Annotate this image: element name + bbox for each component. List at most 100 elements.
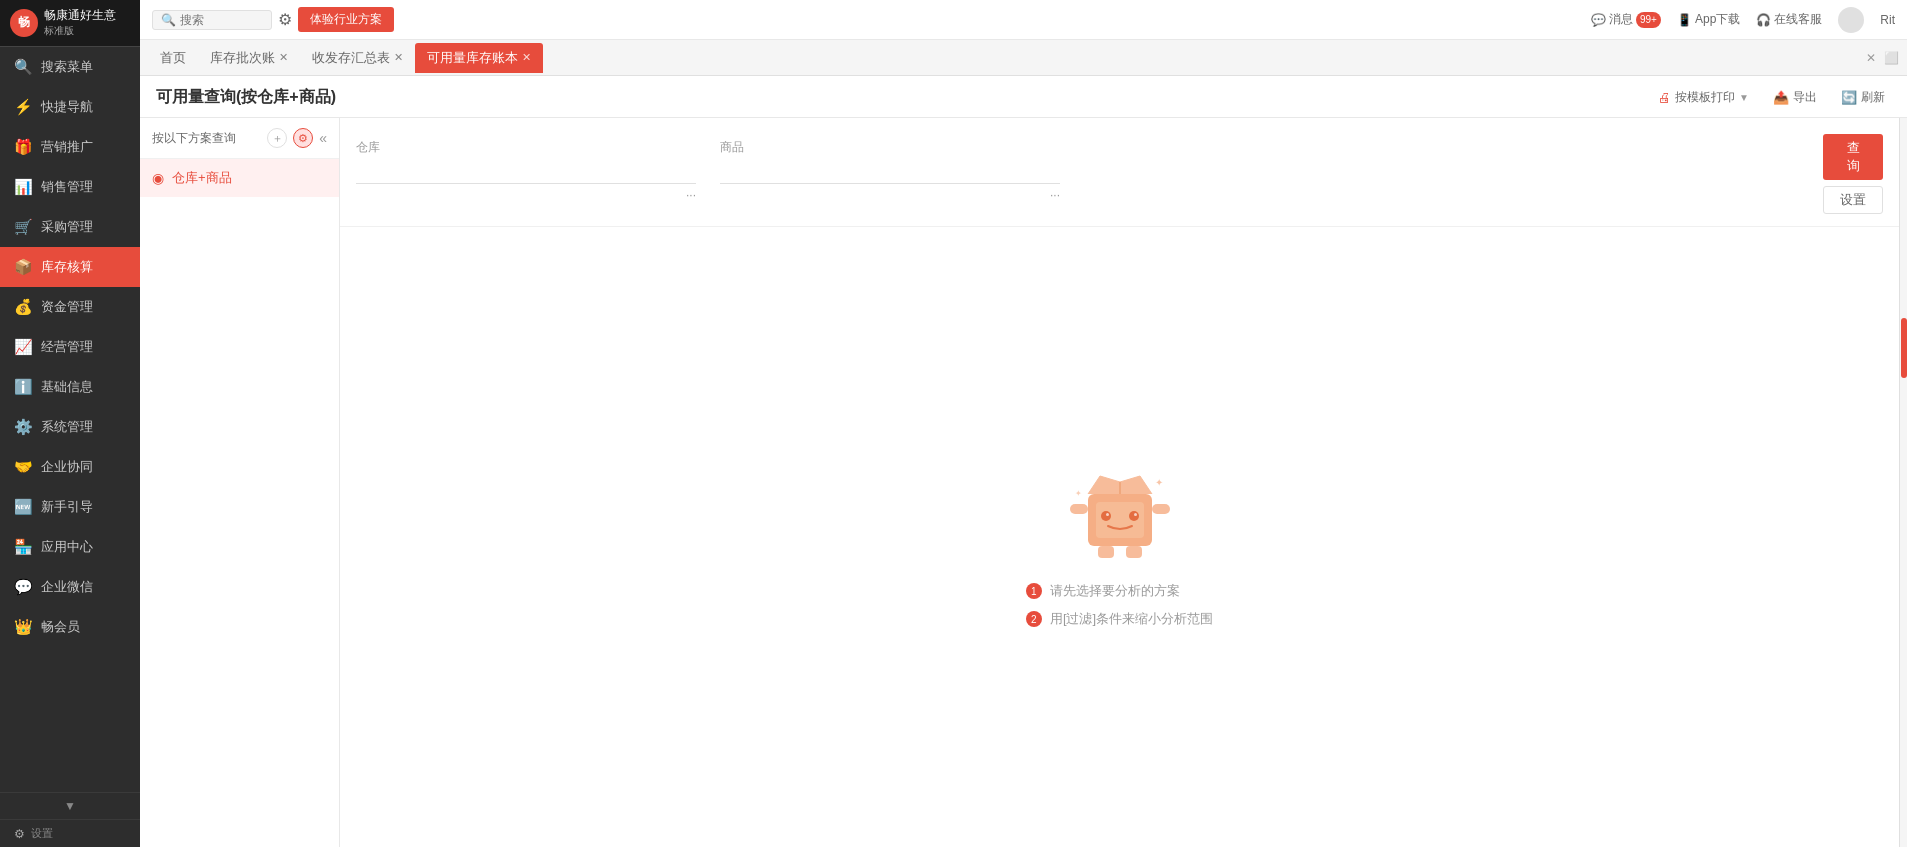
sidebar-icon: 📊 (14, 178, 33, 196)
search-icon: 🔍 (161, 13, 176, 27)
tab-close-inventory-batch[interactable]: ✕ (279, 52, 288, 63)
warehouse-filter-field: 仓库 ··· (356, 139, 696, 206)
sidebar-item-库存核算[interactable]: 📦库存核算 (0, 247, 140, 287)
empty-tip-1: 1 请先选择要分析的方案 (1026, 582, 1213, 600)
filter-scheme-warehouse-product[interactable]: ◉ 仓库+商品 (140, 159, 339, 197)
product-more-button[interactable]: ··· (1050, 188, 1060, 206)
tab-close-receive-send[interactable]: ✕ (394, 52, 403, 63)
sidebar-item-新手引导[interactable]: 🆕新手引导 (0, 487, 140, 527)
topbar-right: 💬 消息 99+ 📱 App下载 🎧 在线客服 Rit (1591, 7, 1895, 33)
sidebar-nav: 🔍搜索菜单⚡快捷导航🎁营销推广📊销售管理🛒采购管理📦库存核算💰资金管理📈经营管理… (0, 47, 140, 792)
sidebar-header: 畅 畅康通好生意 标准版 (0, 0, 140, 47)
filter-panel-icons: ＋ ⚙ « (267, 128, 327, 148)
settings-icon[interactable]: ⚙ (278, 10, 292, 29)
search-box[interactable]: 🔍 (152, 10, 272, 30)
svg-point-4 (1106, 513, 1109, 516)
topbar: 🔍 ⚙ 体验行业方案 💬 消息 99+ 📱 App下载 🎧 在线客服 Rit (140, 0, 1907, 40)
warehouse-more-button[interactable]: ··· (686, 188, 696, 206)
sidebar-item-资金管理[interactable]: 💰资金管理 (0, 287, 140, 327)
sidebar: 畅 畅康通好生意 标准版 🔍搜索菜单⚡快捷导航🎁营销推广📊销售管理🛒采购管理📦库… (0, 0, 140, 847)
tab-home[interactable]: 首页 (148, 43, 198, 73)
scheme-icon: ◉ (152, 170, 164, 186)
svg-point-3 (1129, 511, 1139, 521)
dropdown-chevron-icon: ▼ (1739, 92, 1749, 103)
product-label: 商品 (720, 139, 1060, 156)
maximize-window-button[interactable]: ⬜ (1883, 50, 1899, 66)
empty-tips: 1 请先选择要分析的方案 2 用[过滤]条件来缩小分析范围 (1026, 582, 1213, 628)
sidebar-item-基础信息[interactable]: ℹ️基础信息 (0, 367, 140, 407)
sidebar-item-营销推广[interactable]: 🎁营销推广 (0, 127, 140, 167)
sidebar-icon: 📦 (14, 258, 33, 276)
sidebar-item-快捷导航[interactable]: ⚡快捷导航 (0, 87, 140, 127)
sidebar-icon: ⚙️ (14, 418, 33, 436)
svg-rect-9 (1098, 546, 1114, 558)
add-scheme-button[interactable]: ＋ (267, 128, 287, 148)
svg-text:✦: ✦ (1155, 477, 1163, 488)
tab-receive-send-summary[interactable]: 收发存汇总表 ✕ (300, 43, 415, 73)
sidebar-icon: 📈 (14, 338, 33, 356)
filter-panel-header: 按以下方案查询 ＋ ⚙ « (140, 118, 339, 159)
collapse-panel-button[interactable]: « (319, 130, 327, 146)
content-area: 按以下方案查询 ＋ ⚙ « ◉ 仓库+商品 仓库 ··· (140, 118, 1907, 847)
window-controls: ✕ ⬜ (1863, 50, 1899, 66)
tabs-bar: 首页 库存批次账 ✕ 收发存汇总表 ✕ 可用量库存账本 ✕ ✕ ⬜ (140, 40, 1907, 76)
sidebar-item-搜索菜单[interactable]: 🔍搜索菜单 (0, 47, 140, 87)
refresh-icon: 🔄 (1841, 90, 1857, 105)
filter-panel-title: 按以下方案查询 (152, 130, 236, 147)
online-support-button[interactable]: 🎧 在线客服 (1756, 11, 1822, 28)
sidebar-item-销售管理[interactable]: 📊销售管理 (0, 167, 140, 207)
warehouse-input[interactable] (356, 160, 696, 184)
sidebar-item-应用中心[interactable]: 🏪应用中心 (0, 527, 140, 567)
sidebar-item-系统管理[interactable]: ⚙️系统管理 (0, 407, 140, 447)
sidebar-icon: 💰 (14, 298, 33, 316)
close-window-button[interactable]: ✕ (1863, 50, 1879, 66)
empty-state: ✦ ✦ · 1 请先选择要分析的方案 2 用[过滤]条件来缩小分析范围 (340, 227, 1899, 847)
message-badge: 99+ (1636, 12, 1661, 28)
sidebar-item-企业协同[interactable]: 🤝企业协同 (0, 447, 140, 487)
username: Rit (1880, 13, 1895, 27)
filter-panel: 按以下方案查询 ＋ ⚙ « ◉ 仓库+商品 (140, 118, 340, 847)
svg-point-5 (1134, 513, 1137, 516)
app-download-button[interactable]: 📱 App下载 (1677, 11, 1740, 28)
product-input[interactable] (720, 160, 1060, 184)
main-area: 🔍 ⚙ 体验行业方案 💬 消息 99+ 📱 App下载 🎧 在线客服 Rit (140, 0, 1907, 847)
scheme-settings-button[interactable]: ⚙ (293, 128, 313, 148)
app-version: 标准版 (44, 24, 116, 38)
printer-icon: 🖨 (1658, 90, 1671, 105)
app-info: 畅康通好生意 标准版 (44, 8, 116, 38)
sidebar-icon: 🛒 (14, 218, 33, 236)
solution-button[interactable]: 体验行业方案 (298, 7, 394, 32)
tab-inventory-batch[interactable]: 库存批次账 ✕ (198, 43, 300, 73)
topbar-left: 🔍 ⚙ 体验行业方案 (152, 7, 1583, 32)
sidebar-icon: 🆕 (14, 498, 33, 516)
product-filter-field: 商品 ··· (720, 139, 1060, 206)
sidebar-item-畅会员[interactable]: 👑畅会员 (0, 607, 140, 647)
sidebar-item-企业微信[interactable]: 💬企业微信 (0, 567, 140, 607)
avatar[interactable] (1838, 7, 1864, 33)
tabs-bar-right: ✕ ⬜ (1863, 50, 1899, 66)
tab-available-inventory[interactable]: 可用量库存账本 ✕ (415, 43, 543, 73)
search-input[interactable] (180, 13, 260, 27)
export-button[interactable]: 📤 导出 (1767, 86, 1823, 109)
tab-close-available-inventory[interactable]: ✕ (522, 52, 531, 63)
sidebar-icon: 🎁 (14, 138, 33, 156)
messages-button[interactable]: 💬 消息 99+ (1591, 11, 1661, 28)
svg-rect-10 (1126, 546, 1142, 558)
app-logo: 畅 (10, 9, 38, 37)
refresh-button[interactable]: 🔄 刷新 (1835, 86, 1891, 109)
sidebar-icon: 💬 (14, 578, 33, 596)
sidebar-icon: 🏪 (14, 538, 33, 556)
phone-icon: 📱 (1677, 13, 1692, 27)
sidebar-scroll-down[interactable]: ▼ (0, 792, 140, 819)
column-setting-button[interactable]: 设置 (1823, 186, 1883, 214)
sidebar-item-采购管理[interactable]: 🛒采购管理 (0, 207, 140, 247)
right-scrollbar[interactable] (1899, 118, 1907, 847)
sidebar-icon: 👑 (14, 618, 33, 636)
sidebar-item-经营管理[interactable]: 📈经营管理 (0, 327, 140, 367)
print-button[interactable]: 🖨 按模板打印 ▼ (1652, 86, 1755, 109)
message-icon: 💬 (1591, 13, 1606, 27)
sidebar-icon: ℹ️ (14, 378, 33, 396)
query-button[interactable]: 查询 (1823, 134, 1883, 180)
sidebar-footer: ⚙ 设置 (0, 819, 140, 847)
svg-rect-7 (1070, 504, 1088, 514)
